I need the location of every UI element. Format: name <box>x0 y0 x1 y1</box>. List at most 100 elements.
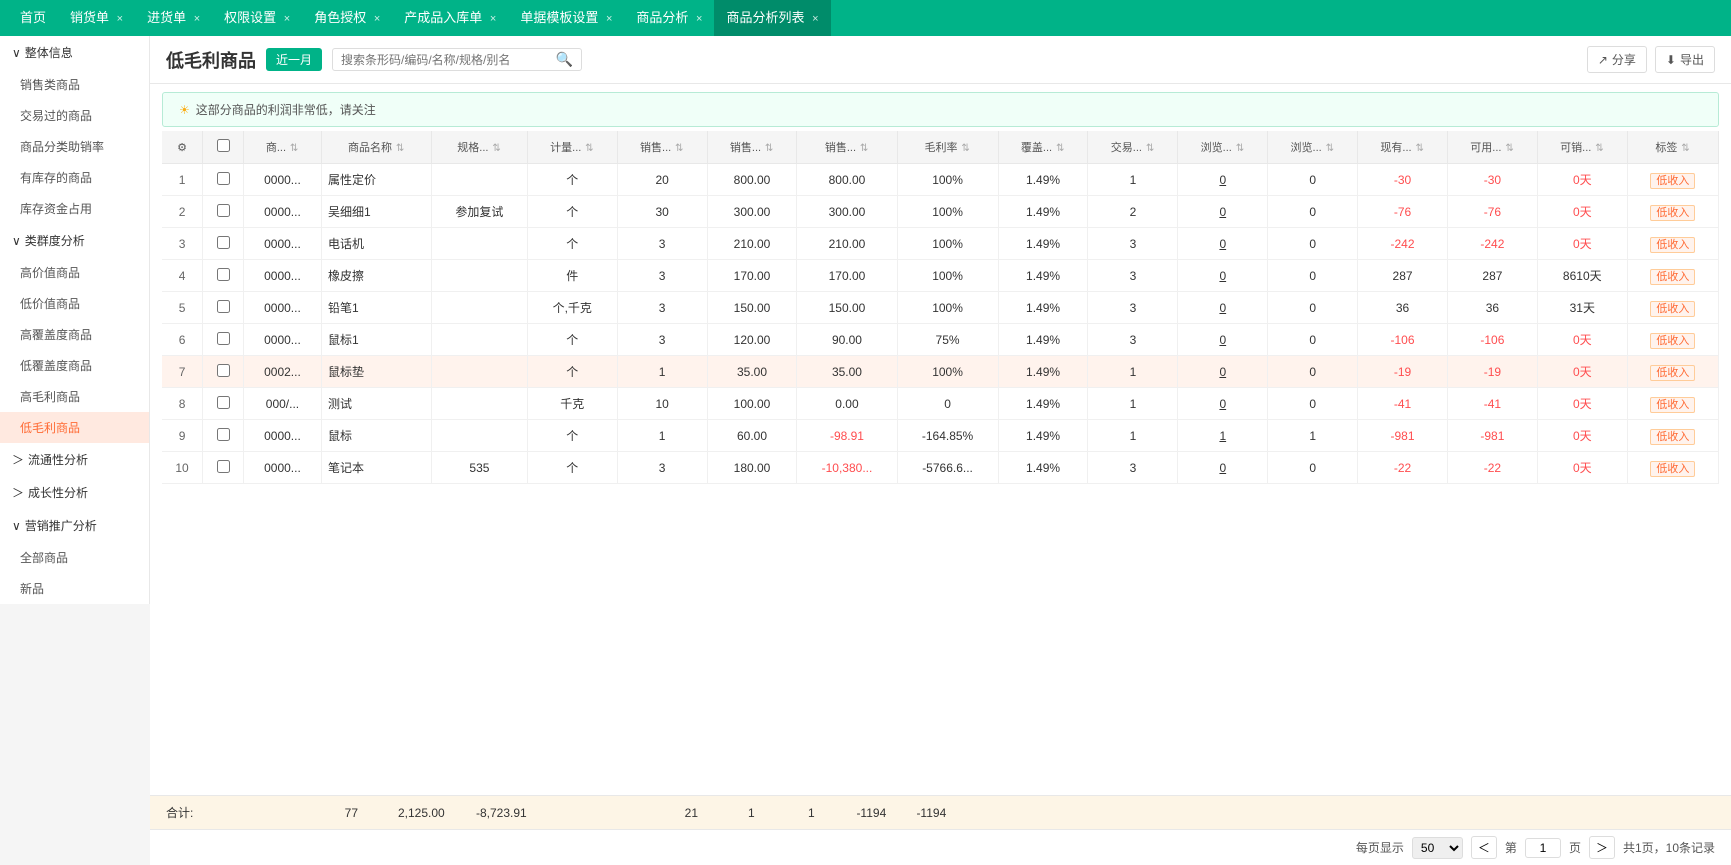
col-avail-sort: ⇅ <box>1505 143 1515 154</box>
sidebar-item-high-value[interactable]: 高价值商品 <box>0 257 149 288</box>
col-browse1[interactable]: 浏览... ⇅ <box>1178 131 1268 164</box>
sidebar-item-stocked-goods[interactable]: 有库存的商品 <box>0 162 149 193</box>
select-all-checkbox[interactable] <box>217 139 230 152</box>
row-checkbox-8[interactable] <box>203 420 244 452</box>
sidebar-item-category-sales[interactable]: 商品分类助销率 <box>0 131 149 162</box>
sidebar-group-cluster[interactable]: ∨ 类群度分析 <box>0 224 149 257</box>
row-check-3[interactable] <box>217 268 230 281</box>
prev-page-button[interactable]: ＜ <box>1471 836 1497 859</box>
nav-goods-analysis-close[interactable]: × <box>696 13 702 25</box>
col-sale-amount[interactable]: 销售... ⇅ <box>707 131 797 164</box>
sidebar-item-low-margin[interactable]: 低毛利商品 <box>0 412 149 443</box>
col-avail[interactable]: 可用... ⇅ <box>1447 131 1537 164</box>
col-coverage[interactable]: 覆盖... ⇅ <box>998 131 1088 164</box>
col-unit[interactable]: 计量... ⇅ <box>527 131 617 164</box>
col-tag[interactable]: 标签 ⇅ <box>1627 131 1718 164</box>
sidebar-item-inventory-capital[interactable]: 库存资金占用 <box>0 193 149 224</box>
row-check-7[interactable] <box>217 396 230 409</box>
col-settings[interactable]: ⚙ <box>162 131 203 164</box>
page-input[interactable] <box>1525 838 1561 858</box>
share-button[interactable]: ↗ 分享 <box>1587 46 1647 73</box>
nav-goods-analysis-list[interactable]: 商品分析列表 × <box>714 0 830 36</box>
row-checkbox-4[interactable] <box>203 292 244 324</box>
tag-badge-1: 低收入 <box>1650 205 1695 221</box>
row-browse1-3[interactable]: 0 <box>1178 260 1268 292</box>
col-name[interactable]: 商品名称 ⇅ <box>321 131 431 164</box>
row-checkbox-1[interactable] <box>203 196 244 228</box>
col-sale-qty[interactable]: 销售... ⇅ <box>617 131 707 164</box>
row-browse1-1[interactable]: 0 <box>1178 196 1268 228</box>
nav-purchase[interactable]: 进货单 × <box>135 0 212 36</box>
sidebar-group-marketing[interactable]: ∨ 营销推广分析 <box>0 509 149 542</box>
row-sale-amount-0: 800.00 <box>707 164 797 196</box>
nav-home[interactable]: 首页 <box>8 0 58 36</box>
row-unit-9: 个 <box>527 452 617 484</box>
row-checkbox-5[interactable] <box>203 324 244 356</box>
next-page-button[interactable]: ＞ <box>1589 836 1615 859</box>
col-profit-rate[interactable]: 毛利率 ⇅ <box>897 131 998 164</box>
nav-roles-close[interactable]: × <box>374 13 380 25</box>
row-browse1-6[interactable]: 0 <box>1178 356 1268 388</box>
row-check-1[interactable] <box>217 204 230 217</box>
row-browse1-9[interactable]: 0 <box>1178 452 1268 484</box>
per-page-select[interactable]: 50 20 100 <box>1412 837 1463 859</box>
sidebar-group-overall[interactable]: ∨ 整体信息 <box>0 36 149 69</box>
sidebar-item-low-value[interactable]: 低价值商品 <box>0 288 149 319</box>
col-code[interactable]: 商... ⇅ <box>243 131 321 164</box>
date-filter-button[interactable]: 近一月 <box>266 48 322 71</box>
sidebar-group-growth[interactable]: ＞ 成长性分析 <box>0 476 149 509</box>
row-check-8[interactable] <box>217 428 230 441</box>
row-browse1-5[interactable]: 0 <box>1178 324 1268 356</box>
sidebar-item-sales-goods[interactable]: 销售类商品 <box>0 69 149 100</box>
row-browse1-2[interactable]: 0 <box>1178 228 1268 260</box>
nav-product-entry[interactable]: 产成品入库单 × <box>392 0 508 36</box>
sidebar-group-liquidity[interactable]: ＞ 流通性分析 <box>0 443 149 476</box>
row-check-9[interactable] <box>217 460 230 473</box>
row-check-6[interactable] <box>217 364 230 377</box>
row-checkbox-6[interactable] <box>203 356 244 388</box>
export-icon: ⬇ <box>1666 53 1676 67</box>
export-button[interactable]: ⬇ 导出 <box>1655 46 1715 73</box>
row-gross-rate-4: 1.49% <box>998 292 1088 324</box>
nav-roles[interactable]: 角色授权 × <box>302 0 392 36</box>
col-sale-profit[interactable]: 销售... ⇅ <box>797 131 897 164</box>
sidebar-item-high-coverage[interactable]: 高覆盖度商品 <box>0 319 149 350</box>
row-checkbox-2[interactable] <box>203 228 244 260</box>
sidebar-item-high-margin[interactable]: 高毛利商品 <box>0 381 149 412</box>
nav-permissions[interactable]: 权限设置 × <box>212 0 302 36</box>
col-saleable[interactable]: 可销... ⇅ <box>1537 131 1627 164</box>
row-browse1-8[interactable]: 1 <box>1178 420 1268 452</box>
row-checkbox-7[interactable] <box>203 388 244 420</box>
nav-product-entry-close[interactable]: × <box>490 13 496 25</box>
row-checkbox-0[interactable] <box>203 164 244 196</box>
nav-purchase-close[interactable]: × <box>194 13 200 25</box>
row-browse2-5: 0 <box>1268 324 1358 356</box>
sidebar-item-all-goods[interactable]: 全部商品 <box>0 542 149 573</box>
row-check-4[interactable] <box>217 300 230 313</box>
sidebar-item-new-goods[interactable]: 新品 <box>0 573 149 604</box>
col-browse2[interactable]: 浏览... ⇅ <box>1268 131 1358 164</box>
search-box[interactable]: 🔍 <box>332 48 582 71</box>
col-spec[interactable]: 规格... ⇅ <box>432 131 528 164</box>
nav-goods-analysis-list-close[interactable]: × <box>812 13 818 25</box>
row-checkbox-9[interactable] <box>203 452 244 484</box>
nav-sales-close[interactable]: × <box>117 13 123 25</box>
sidebar-item-low-coverage[interactable]: 低覆盖度商品 <box>0 350 149 381</box>
row-checkbox-3[interactable] <box>203 260 244 292</box>
row-check-2[interactable] <box>217 236 230 249</box>
col-stock[interactable]: 现有... ⇅ <box>1358 131 1448 164</box>
nav-permissions-close[interactable]: × <box>284 13 290 25</box>
row-check-0[interactable] <box>217 172 230 185</box>
sidebar-item-traded-goods[interactable]: 交易过的商品 <box>0 100 149 131</box>
row-browse1-4[interactable]: 0 <box>1178 292 1268 324</box>
row-browse1-7[interactable]: 0 <box>1178 388 1268 420</box>
col-checkbox-header[interactable] <box>203 131 244 164</box>
nav-goods-analysis[interactable]: 商品分析 × <box>624 0 714 36</box>
search-input[interactable] <box>341 53 556 67</box>
nav-template[interactable]: 单据模板设置 × <box>508 0 624 36</box>
nav-template-close[interactable]: × <box>606 13 612 25</box>
row-check-5[interactable] <box>217 332 230 345</box>
col-trade[interactable]: 交易... ⇅ <box>1088 131 1178 164</box>
row-browse1-0[interactable]: 0 <box>1178 164 1268 196</box>
nav-sales[interactable]: 销货单 × <box>58 0 135 36</box>
